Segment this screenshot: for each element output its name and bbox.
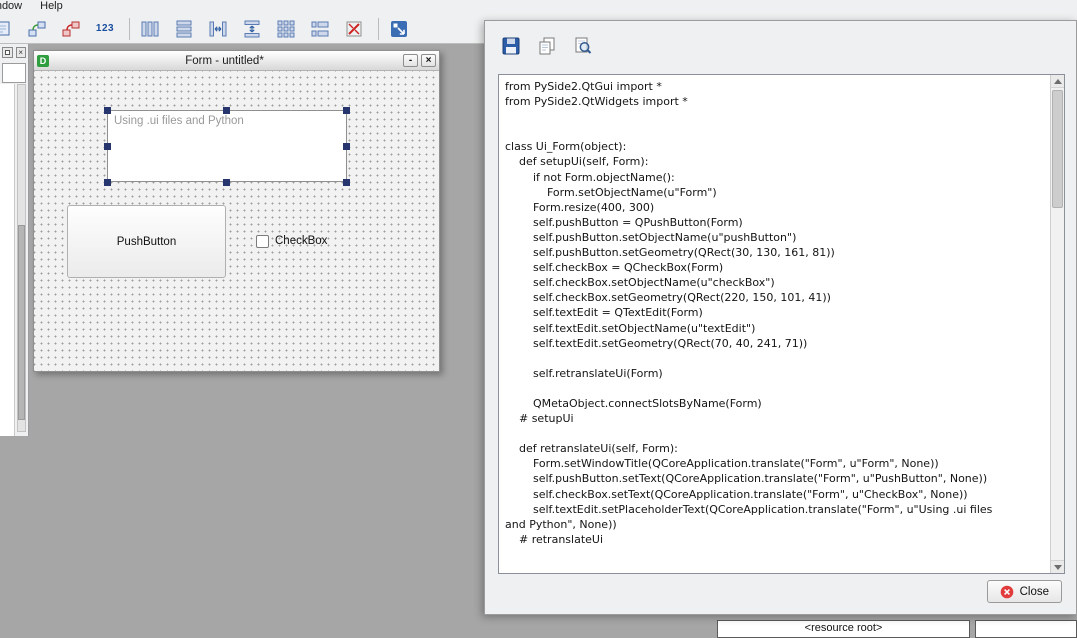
- copy-icon[interactable]: [534, 33, 560, 59]
- edit-signals-slots-icon[interactable]: [25, 17, 49, 41]
- selection-handle[interactable]: [104, 143, 111, 150]
- lay-out-vertical-splitter-icon[interactable]: [240, 17, 264, 41]
- menu-help[interactable]: Help: [31, 0, 72, 13]
- menu-bar: Window Help: [0, 0, 1077, 13]
- dock-list-area[interactable]: [0, 84, 15, 436]
- selection-handle[interactable]: [223, 179, 230, 186]
- selection-handle[interactable]: [343, 107, 350, 114]
- lay-out-grid-icon[interactable]: [274, 17, 298, 41]
- adjust-size-icon[interactable]: [387, 17, 411, 41]
- edit-widgets-icon[interactable]: [0, 17, 15, 41]
- resource-root-item[interactable]: <resource root>: [717, 620, 970, 638]
- textedit-placeholder: Using .ui files and Python: [108, 111, 346, 131]
- form-canvas[interactable]: Using .ui files and Python PushButton Ch…: [34, 71, 439, 371]
- checkbox-widget[interactable]: CheckBox: [256, 231, 327, 251]
- checkbox-label: CheckBox: [275, 235, 327, 247]
- code-scrollbar-thumb[interactable]: [1052, 90, 1063, 208]
- resource-root-label: <resource root>: [805, 622, 883, 637]
- form-window-title: Form - untitled*: [49, 55, 400, 67]
- selection-handle[interactable]: [343, 143, 350, 150]
- close-button-label: Close: [1020, 586, 1049, 598]
- textedit-widget[interactable]: Using .ui files and Python: [107, 110, 347, 182]
- scroll-up-icon[interactable]: [1051, 75, 1064, 88]
- scroll-down-icon[interactable]: [1051, 560, 1064, 573]
- code-dialog-toolbar: [498, 33, 596, 59]
- dock-close-icon[interactable]: ×: [16, 47, 27, 58]
- checkbox-box[interactable]: [256, 235, 269, 248]
- dock-scrollbar-thumb[interactable]: [18, 225, 25, 420]
- save-icon[interactable]: [498, 33, 524, 59]
- break-layout-icon[interactable]: [342, 17, 366, 41]
- lay-out-form-layout-icon[interactable]: [308, 17, 332, 41]
- lay-out-horizontal-splitter-icon[interactable]: [206, 17, 230, 41]
- selection-handle[interactable]: [104, 179, 111, 186]
- edit-tab-order-label: 123: [96, 23, 114, 34]
- minimize-button[interactable]: -: [403, 54, 418, 67]
- pushbutton-widget[interactable]: PushButton: [67, 205, 226, 278]
- designer-app-icon: D: [37, 55, 49, 67]
- left-dock-panel: ×: [0, 44, 29, 436]
- resource-panel-right[interactable]: [975, 620, 1077, 638]
- dock-titlebar-buttons: ×: [0, 44, 28, 61]
- dock-filter-field[interactable]: [2, 63, 26, 83]
- close-button[interactable]: ×: [421, 54, 436, 67]
- edit-buddies-icon[interactable]: [59, 17, 83, 41]
- selection-handle[interactable]: [343, 179, 350, 186]
- close-circle-icon: [1000, 585, 1014, 599]
- edit-tab-order-icon[interactable]: 123: [93, 17, 117, 41]
- toolbar-separator: [378, 18, 379, 40]
- form-editor-window: D Form - untitled* - × Using .ui files a…: [33, 50, 440, 372]
- selection-handle[interactable]: [104, 107, 111, 114]
- lay-out-horizontally-icon[interactable]: [138, 17, 162, 41]
- dock-scrollbar[interactable]: [17, 84, 26, 432]
- main-toolbar: 123: [0, 13, 421, 44]
- code-view[interactable]: from PySide2.QtGui import * from PySide2…: [498, 74, 1065, 574]
- close-dialog-button[interactable]: Close: [987, 580, 1062, 603]
- lay-out-vertically-icon[interactable]: [172, 17, 196, 41]
- qt-designer-screen: Window Help: [0, 0, 1077, 638]
- code-preview-dialog: from PySide2.QtGui import * from PySide2…: [484, 20, 1077, 615]
- form-window-titlebar[interactable]: D Form - untitled* - ×: [34, 51, 439, 71]
- selection-handle[interactable]: [223, 107, 230, 114]
- code-scrollbar[interactable]: [1050, 75, 1064, 573]
- toolbar-separator: [129, 18, 130, 40]
- generated-python-code[interactable]: from PySide2.QtGui import * from PySide2…: [499, 75, 1064, 551]
- menu-window[interactable]: Window: [0, 0, 31, 13]
- find-icon[interactable]: [570, 33, 596, 59]
- dock-float-icon[interactable]: [2, 47, 13, 58]
